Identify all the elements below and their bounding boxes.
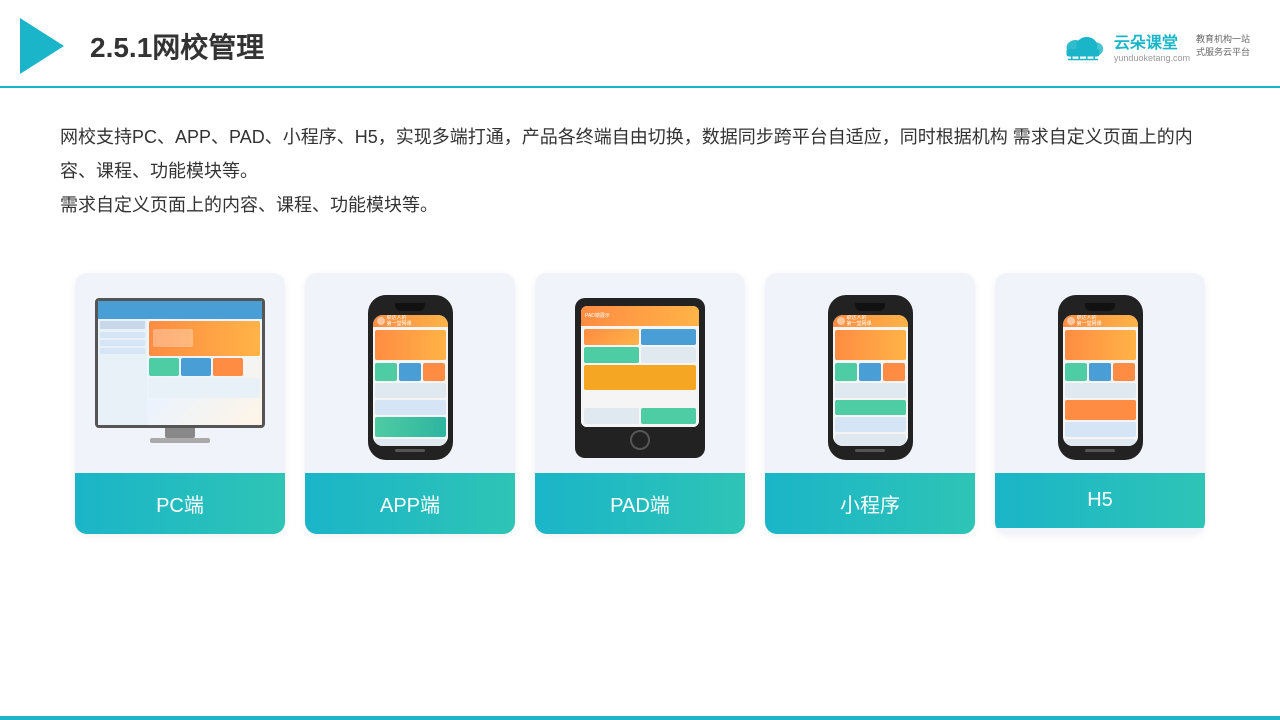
- phone-screen-mini: 职达人的第一堂网课: [833, 315, 908, 446]
- device-cards-section: PC端 职达人的第一堂网课: [0, 253, 1280, 554]
- brand-name: 云朵课堂: [1114, 29, 1190, 53]
- h5-label: H5: [995, 473, 1205, 528]
- tablet-mockup: PAD端展示: [575, 298, 705, 458]
- app-card: 职达人的第一堂网课: [305, 273, 515, 534]
- miniprogram-label: 小程序: [765, 473, 975, 534]
- phone-screen-app: 职达人的第一堂网课: [373, 315, 448, 446]
- desktop-screen: [95, 298, 265, 428]
- miniprogram-card: 职达人的第一堂网课: [765, 273, 975, 534]
- logo-triangle-icon: [20, 18, 64, 74]
- desktop-stand: [165, 428, 195, 438]
- description-text: 网校支持PC、APP、PAD、小程序、H5，实现多端打通，产品各终端自由切换，数…: [0, 88, 1280, 243]
- desktop-base: [150, 438, 210, 443]
- h5-card: 职达人的第一堂网课: [995, 273, 1205, 534]
- phone-notch: [395, 303, 425, 311]
- brand-slogan: 教育机构一站式服务云平台: [1196, 33, 1250, 58]
- brand-text: 云朵课堂 yunduoketang.com: [1114, 29, 1190, 63]
- tablet-screen: PAD端展示: [581, 306, 699, 427]
- phone-home-indicator: [395, 449, 425, 452]
- pad-label: PAD端: [535, 473, 745, 534]
- pc-label: PC端: [75, 473, 285, 534]
- pc-card: PC端: [75, 273, 285, 534]
- pad-card: PAD端展示 PAD端: [535, 273, 745, 534]
- header-right: 云朵课堂 yunduoketang.com 教育机构一站式服务云平台: [1058, 29, 1250, 63]
- brand-url: yunduoketang.com: [1114, 53, 1190, 63]
- pad-image-area: PAD端展示: [535, 273, 745, 473]
- phone-notch-mini: [855, 303, 885, 311]
- phone-home-indicator-mini: [855, 449, 885, 452]
- page-title: 2.5.1网校管理: [90, 26, 264, 66]
- bottom-border: [0, 716, 1280, 720]
- phone-mockup-h5: 职达人的第一堂网课: [1058, 295, 1143, 460]
- pc-image-area: [75, 273, 285, 473]
- h5-image-area: 职达人的第一堂网课: [995, 273, 1205, 473]
- header-left: 2.5.1网校管理: [20, 18, 264, 74]
- app-image-area: 职达人的第一堂网课: [305, 273, 515, 473]
- cloud-logo-icon: [1058, 31, 1108, 61]
- brand-logo: 云朵课堂 yunduoketang.com 教育机构一站式服务云平台: [1058, 29, 1250, 63]
- phone-mockup-app: 职达人的第一堂网课: [368, 295, 453, 460]
- tablet-home-button: [630, 430, 650, 450]
- desktop-mockup: [90, 298, 270, 458]
- page-header: 2.5.1网校管理 云朵课堂 yunduoketang.com 教: [0, 0, 1280, 88]
- app-label: APP端: [305, 473, 515, 534]
- phone-notch-h5: [1085, 303, 1115, 311]
- miniprogram-image-area: 职达人的第一堂网课: [765, 273, 975, 473]
- phone-home-indicator-h5: [1085, 449, 1115, 452]
- phone-screen-h5: 职达人的第一堂网课: [1063, 315, 1138, 446]
- phone-mockup-mini: 职达人的第一堂网课: [828, 295, 913, 460]
